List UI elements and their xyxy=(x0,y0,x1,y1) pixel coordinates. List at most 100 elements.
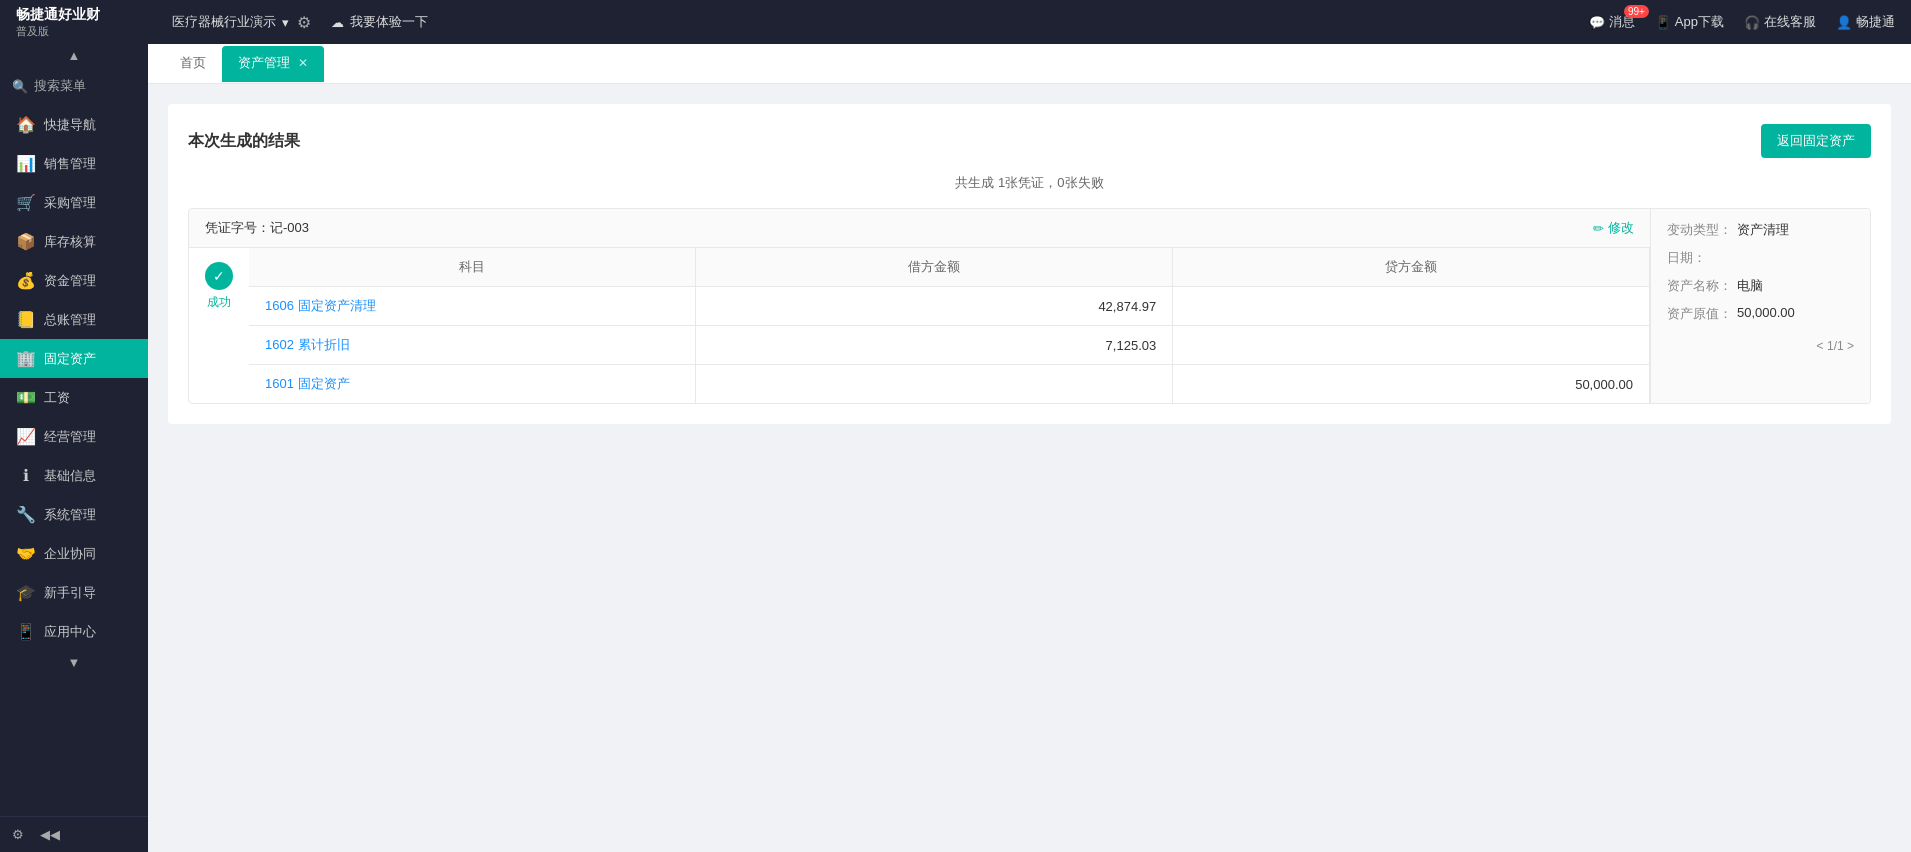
date-row: 日期： xyxy=(1667,249,1854,267)
change-type-row: 变动类型： 资产清理 xyxy=(1667,221,1854,239)
success-indicator: ✓ 成功 xyxy=(189,248,249,325)
row3-subject-link[interactable]: 1601 固定资产 xyxy=(265,376,350,391)
sidebar-item-basic-info[interactable]: ℹ 基础信息 xyxy=(0,456,148,495)
sidebar-item-operations[interactable]: 📈 经营管理 xyxy=(0,417,148,456)
messages-button[interactable]: 💬 消息 99+ xyxy=(1589,13,1635,31)
ledger-icon: 📒 xyxy=(16,310,36,329)
company-name: 医疗器械行业演示 xyxy=(172,13,276,31)
row2-debit: 7,125.03 xyxy=(696,326,1173,365)
search-icon: 🔍 xyxy=(12,79,28,94)
fixed-assets-icon: 🏢 xyxy=(16,349,36,368)
asset-name-label: 资产名称： xyxy=(1667,277,1737,295)
sidebar-item-label: 基础信息 xyxy=(44,467,96,485)
salary-icon: 💵 xyxy=(16,388,36,407)
edit-button[interactable]: ✏ 修改 xyxy=(1593,219,1634,237)
result-panel: 本次生成的结果 返回固定资产 共生成 1张凭证，0张失败 凭证字号：记-003 … xyxy=(168,104,1891,424)
sidebar-item-purchase[interactable]: 🛒 采购管理 xyxy=(0,183,148,222)
col-header-subject: 科目 xyxy=(249,248,696,287)
success-check-icon: ✓ xyxy=(205,262,233,290)
sidebar-item-label: 企业协同 xyxy=(44,545,96,563)
edit-label: 修改 xyxy=(1608,219,1634,237)
app-center-icon: 📱 xyxy=(16,622,36,641)
finance-icon: 💰 xyxy=(16,271,36,290)
sidebar-settings-icon[interactable]: ⚙ xyxy=(12,827,24,842)
messages-badge: 99+ xyxy=(1624,5,1649,18)
sidebar-item-label: 销售管理 xyxy=(44,155,96,173)
page-content: 本次生成的结果 返回固定资产 共生成 1张凭证，0张失败 凭证字号：记-003 … xyxy=(148,84,1911,852)
row2-subject-link[interactable]: 1602 累计折旧 xyxy=(265,337,350,352)
result-header: 本次生成的结果 返回固定资产 xyxy=(188,124,1871,158)
app-download-button[interactable]: 📱 App下载 xyxy=(1655,13,1724,31)
sidebar-item-label: 库存核算 xyxy=(44,233,96,251)
sidebar-collapse-icon[interactable]: ◀◀ xyxy=(40,827,60,842)
return-button[interactable]: 返回固定资产 xyxy=(1761,124,1871,158)
success-row: ✓ 成功 科目 借方金额 贷方金额 xyxy=(189,248,1650,403)
cloud-icon: ☁ xyxy=(331,15,344,30)
operations-icon: 📈 xyxy=(16,427,36,446)
user-profile-button[interactable]: 👤 畅捷通 xyxy=(1836,13,1895,31)
logo-area: 畅捷通好业财 普及版 xyxy=(16,6,164,39)
sidebar-item-ledger[interactable]: 📒 总账管理 xyxy=(0,300,148,339)
sidebar-item-app-center[interactable]: 📱 应用中心 xyxy=(0,612,148,651)
asset-name-value: 电脑 xyxy=(1737,277,1854,295)
online-service-label: 在线客服 xyxy=(1764,13,1816,31)
tab-asset-mgmt-label: 资产管理 xyxy=(238,54,290,72)
avatar: 👤 xyxy=(1836,15,1852,30)
basic-info-icon: ℹ xyxy=(16,466,36,485)
tab-bar: 首页 资产管理 ✕ xyxy=(148,44,1911,84)
guide-icon: 🎓 xyxy=(16,583,36,602)
header-settings-icon[interactable]: ⚙ xyxy=(297,13,311,32)
page-title: 本次生成的结果 xyxy=(188,131,300,152)
sidebar-scroll-up[interactable]: ▲ xyxy=(0,44,148,67)
sidebar-item-quick-nav[interactable]: 🏠 快捷导航 xyxy=(0,105,148,144)
sidebar-item-label: 总账管理 xyxy=(44,311,96,329)
table-row: 1602 累计折旧 7,125.03 xyxy=(249,326,1650,365)
page-info: 1/1 xyxy=(1827,339,1847,353)
sidebar-item-salary[interactable]: 💵 工资 xyxy=(0,378,148,417)
summary-text: 共生成 1张凭证，0张失败 xyxy=(188,174,1871,192)
top-header: 畅捷通好业财 普及版 医疗器械行业演示 ▾ ⚙ ☁ 我要体验一下 💬 消息 99… xyxy=(0,0,1911,44)
row3-credit: 50,000.00 xyxy=(1173,365,1650,404)
voucher-table-wrapper: 科目 借方金额 贷方金额 1606 固定资产清理 xyxy=(249,248,1650,403)
tab-close-icon[interactable]: ✕ xyxy=(298,56,308,70)
row1-subject-link[interactable]: 1606 固定资产清理 xyxy=(265,298,376,313)
tab-home[interactable]: 首页 xyxy=(164,46,222,82)
voucher-table: 科目 借方金额 贷方金额 1606 固定资产清理 xyxy=(249,248,1650,403)
next-page-icon[interactable]: > xyxy=(1847,339,1854,353)
change-type-label: 变动类型： xyxy=(1667,221,1737,239)
change-type-value: 资产清理 xyxy=(1737,221,1854,239)
inventory-icon: 📦 xyxy=(16,232,36,251)
table-row: 1601 固定资产 50,000.00 xyxy=(249,365,1650,404)
sidebar-scroll-down[interactable]: ▼ xyxy=(0,651,148,674)
row1-credit xyxy=(1173,287,1650,326)
system-icon: 🔧 xyxy=(16,505,36,524)
sidebar-item-inventory[interactable]: 📦 库存核算 xyxy=(0,222,148,261)
pagination[interactable]: < 1/1 > xyxy=(1667,339,1854,353)
row2-subject: 1602 累计折旧 xyxy=(249,326,696,365)
sidebar-item-label: 固定资产 xyxy=(44,350,96,368)
sidebar-item-enterprise[interactable]: 🤝 企业协同 xyxy=(0,534,148,573)
sidebar-item-sales[interactable]: 📊 销售管理 xyxy=(0,144,148,183)
sidebar-bottom: ⚙ ◀◀ xyxy=(0,816,148,852)
prev-page-icon[interactable]: < xyxy=(1817,339,1824,353)
sidebar-item-label: 系统管理 xyxy=(44,506,96,524)
row3-subject: 1601 固定资产 xyxy=(249,365,696,404)
message-icon: 💬 xyxy=(1589,15,1605,30)
enterprise-icon: 🤝 xyxy=(16,544,36,563)
chevron-down-icon: ▾ xyxy=(282,15,289,30)
home-icon: 🏠 xyxy=(16,115,36,134)
app-edition: 普及版 xyxy=(16,24,49,39)
sidebar-item-system[interactable]: 🔧 系统管理 xyxy=(0,495,148,534)
sidebar-item-finance[interactable]: 💰 资金管理 xyxy=(0,261,148,300)
col-header-debit: 借方金额 xyxy=(696,248,1173,287)
sidebar-search[interactable]: 🔍 搜索菜单 xyxy=(0,67,148,105)
trial-button[interactable]: ☁ 我要体验一下 xyxy=(331,13,428,31)
search-label: 搜索菜单 xyxy=(34,77,86,95)
company-selector[interactable]: 医疗器械行业演示 ▾ xyxy=(172,13,289,31)
tab-asset-mgmt[interactable]: 资产管理 ✕ xyxy=(222,46,324,82)
sidebar-item-guide[interactable]: 🎓 新手引导 xyxy=(0,573,148,612)
voucher-side-panel: 变动类型： 资产清理 日期： 资产名称： 电脑 资产原值： xyxy=(1650,209,1870,403)
online-service-button[interactable]: 🎧 在线客服 xyxy=(1744,13,1816,31)
sidebar-item-fixed-assets[interactable]: 🏢 固定资产 xyxy=(0,339,148,378)
asset-name-row: 资产名称： 电脑 xyxy=(1667,277,1854,295)
